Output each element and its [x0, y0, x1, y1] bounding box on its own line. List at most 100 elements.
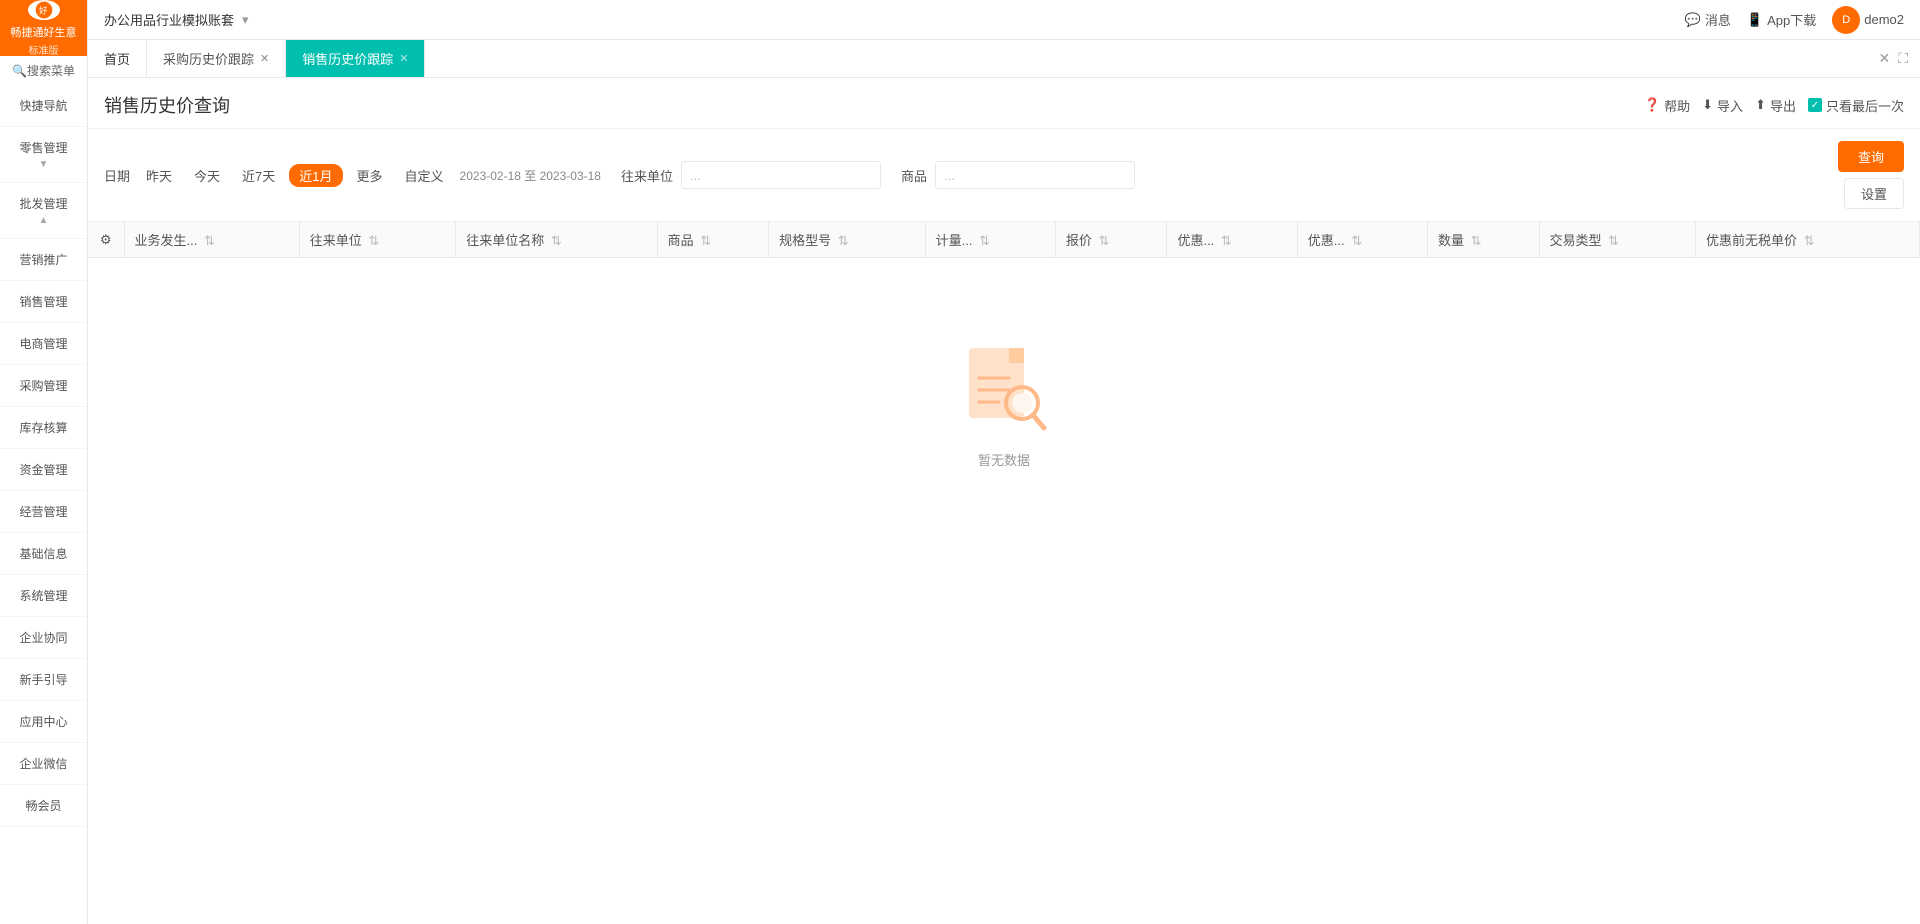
sidebar-item-operations[interactable]: 经营管理	[0, 491, 87, 533]
sort-icon-partner-code: ⇅	[368, 233, 379, 248]
sidebar-item-wholesale[interactable]: 批发管理 ▲	[0, 183, 87, 239]
sidebar-item-basic[interactable]: 基础信息	[0, 533, 87, 575]
col-quantity[interactable]: 数量 ⇅	[1427, 222, 1539, 258]
col-spec[interactable]: 规格型号 ⇅	[769, 222, 925, 258]
export-button[interactable]: ⬆ 导出	[1755, 96, 1796, 115]
inventory-label: 库存核算	[19, 419, 67, 436]
sidebar-item-marketing[interactable]: 营销推广	[0, 239, 87, 281]
goods-dots: ...	[944, 168, 955, 183]
sidebar-item-appcenter[interactable]: 应用中心	[0, 701, 87, 743]
sort-icon-trade-type: ⇅	[1608, 233, 1619, 248]
search-label: 搜索菜单	[27, 62, 75, 79]
col-pretax-price[interactable]: 优惠前无税单价 ⇅	[1696, 222, 1920, 258]
sidebar-item-system[interactable]: 系统管理	[0, 575, 87, 617]
logo-icon: 好	[28, 0, 60, 20]
col-goods[interactable]: 商品 ⇅	[657, 222, 769, 258]
page-title: 销售历史价查询	[104, 92, 230, 118]
help-label: 帮助	[1664, 96, 1690, 115]
col-price[interactable]: 报价 ⇅	[1055, 222, 1167, 258]
sidebar-item-wechat[interactable]: 企业微信	[0, 743, 87, 785]
date-filter-group: 日期 昨天 今天 近7天 近1月 更多 自定义 2023-02-18 至 202…	[104, 164, 601, 187]
basic-label: 基础信息	[19, 545, 67, 562]
col-partner-name[interactable]: 往来单位名称 ⇅	[456, 222, 657, 258]
sort-icon-partner-name: ⇅	[551, 233, 562, 248]
app-subtitle: 标准版	[29, 42, 59, 57]
download-button[interactable]: 📱 App下载	[1747, 10, 1816, 29]
date-btn-1month[interactable]: 近1月	[289, 164, 342, 187]
sidebar-item-sales[interactable]: 销售管理	[0, 281, 87, 323]
sidebar-item-member[interactable]: 畅会员	[0, 785, 87, 827]
search-menu-item[interactable]: 🔍 搜索菜单	[0, 56, 87, 85]
query-button[interactable]: 查询	[1838, 141, 1904, 172]
partner-input[interactable]: ...	[681, 161, 881, 189]
import-button[interactable]: ⬇ 导入	[1702, 96, 1743, 115]
marketing-label: 营销推广	[19, 251, 67, 268]
col-discount2[interactable]: 优惠... ⇅	[1297, 222, 1427, 258]
help-button[interactable]: ❓ 帮助	[1644, 96, 1690, 115]
import-label: 导入	[1717, 96, 1743, 115]
message-button[interactable]: 💬 消息	[1685, 10, 1731, 29]
sidebar-item-inventory[interactable]: 库存核算	[0, 407, 87, 449]
message-label: 消息	[1705, 10, 1731, 29]
col-partner-code[interactable]: 往来单位 ⇅	[299, 222, 455, 258]
sidebar-item-finance[interactable]: 资金管理	[0, 449, 87, 491]
wholesale-label: 批发管理	[19, 195, 67, 212]
sidebar-item-enterprise[interactable]: 企业协同	[0, 617, 87, 659]
col-discount1[interactable]: 优惠... ⇅	[1167, 222, 1297, 258]
sales-history-tab-close[interactable]: ✕	[399, 52, 408, 65]
page-header: 销售历史价查询 ❓ 帮助 ⬇ 导入 ⬆ 导出 ✓ 只看最后一次	[88, 78, 1920, 129]
settings-button[interactable]: 设置	[1844, 178, 1904, 209]
maximize-icon[interactable]: ⛶	[1898, 50, 1908, 67]
goods-input[interactable]: ...	[935, 161, 1135, 189]
purchase-history-tab-close[interactable]: ✕	[260, 52, 269, 65]
date-btn-today[interactable]: 今天	[186, 164, 228, 187]
partner-label: 往来单位	[621, 166, 673, 185]
page-header-actions: ❓ 帮助 ⬇ 导入 ⬆ 导出 ✓ 只看最后一次	[1644, 96, 1904, 115]
sort-icon-price: ⇅	[1099, 233, 1110, 248]
checkbox-icon: ✓	[1808, 98, 1822, 112]
sales-history-tab-label: 销售历史价跟踪	[302, 49, 393, 68]
operations-label: 经营管理	[19, 503, 67, 520]
company-title: 办公用品行业模拟账套	[104, 10, 234, 29]
sidebar-item-retail[interactable]: 零售管理 ▼	[0, 127, 87, 183]
date-btn-more[interactable]: 更多	[349, 164, 391, 187]
tab-sales-history[interactable]: 销售历史价跟踪 ✕	[286, 40, 425, 77]
wholesale-arrow: ▲	[39, 215, 49, 226]
download-label: App下载	[1767, 10, 1816, 29]
data-table: ⚙ 业务发生... ⇅ 往来单位 ⇅ 往来单位名称 ⇅	[88, 222, 1920, 258]
retail-arrow: ▼	[39, 159, 49, 170]
date-range: 2023-02-18 至 2023-03-18	[460, 167, 601, 184]
home-tab-label: 首页	[104, 49, 130, 68]
only-last-checkbox[interactable]: ✓ 只看最后一次	[1808, 96, 1904, 115]
goods-filter-group: 商品 ...	[901, 161, 1135, 189]
app-name: 畅捷通好生意	[11, 24, 77, 40]
sidebar-item-newuser[interactable]: 新手引导	[0, 659, 87, 701]
retail-label: 零售管理	[19, 139, 67, 156]
user-menu[interactable]: D demo2	[1832, 6, 1904, 34]
partner-filter-group: 往来单位 ...	[621, 161, 881, 189]
date-options: 昨天 今天 近7天 近1月 更多 自定义	[138, 164, 452, 187]
tab-home[interactable]: 首页	[88, 40, 147, 77]
date-btn-yesterday[interactable]: 昨天	[138, 164, 180, 187]
topbar: 办公用品行业模拟账套 ▾ 💬 消息 📱 App下载 D demo2	[88, 0, 1920, 40]
partner-dots: ...	[690, 168, 701, 183]
tab-purchase-history[interactable]: 采购历史价跟踪 ✕	[147, 40, 286, 77]
export-label: 导出	[1770, 96, 1796, 115]
app-logo: 好 畅捷通好生意 标准版	[0, 0, 87, 56]
close-tab-icon[interactable]: ✕	[1878, 50, 1890, 67]
sidebar-item-ecommerce[interactable]: 电商管理	[0, 323, 87, 365]
filter-right: 查询 设置	[1838, 141, 1904, 209]
date-btn-custom[interactable]: 自定义	[397, 164, 452, 187]
sidebar-item-purchase[interactable]: 采购管理	[0, 365, 87, 407]
empty-state: 暂无数据	[88, 258, 1920, 549]
company-dropdown-icon[interactable]: ▾	[242, 12, 249, 28]
shortcut-label: 快捷导航	[19, 97, 67, 114]
sidebar-item-shortcut[interactable]: 快捷导航	[0, 85, 87, 127]
col-trade-type[interactable]: 交易类型 ⇅	[1539, 222, 1695, 258]
date-btn-7days[interactable]: 近7天	[234, 164, 283, 187]
svg-text:好: 好	[39, 5, 47, 15]
tabbar: 首页 采购历史价跟踪 ✕ 销售历史价跟踪 ✕ ✕ ⛶	[88, 40, 1920, 78]
col-unit[interactable]: 计量... ⇅	[925, 222, 1055, 258]
col-biz-date[interactable]: 业务发生... ⇅	[124, 222, 299, 258]
col-settings[interactable]: ⚙	[88, 222, 124, 258]
